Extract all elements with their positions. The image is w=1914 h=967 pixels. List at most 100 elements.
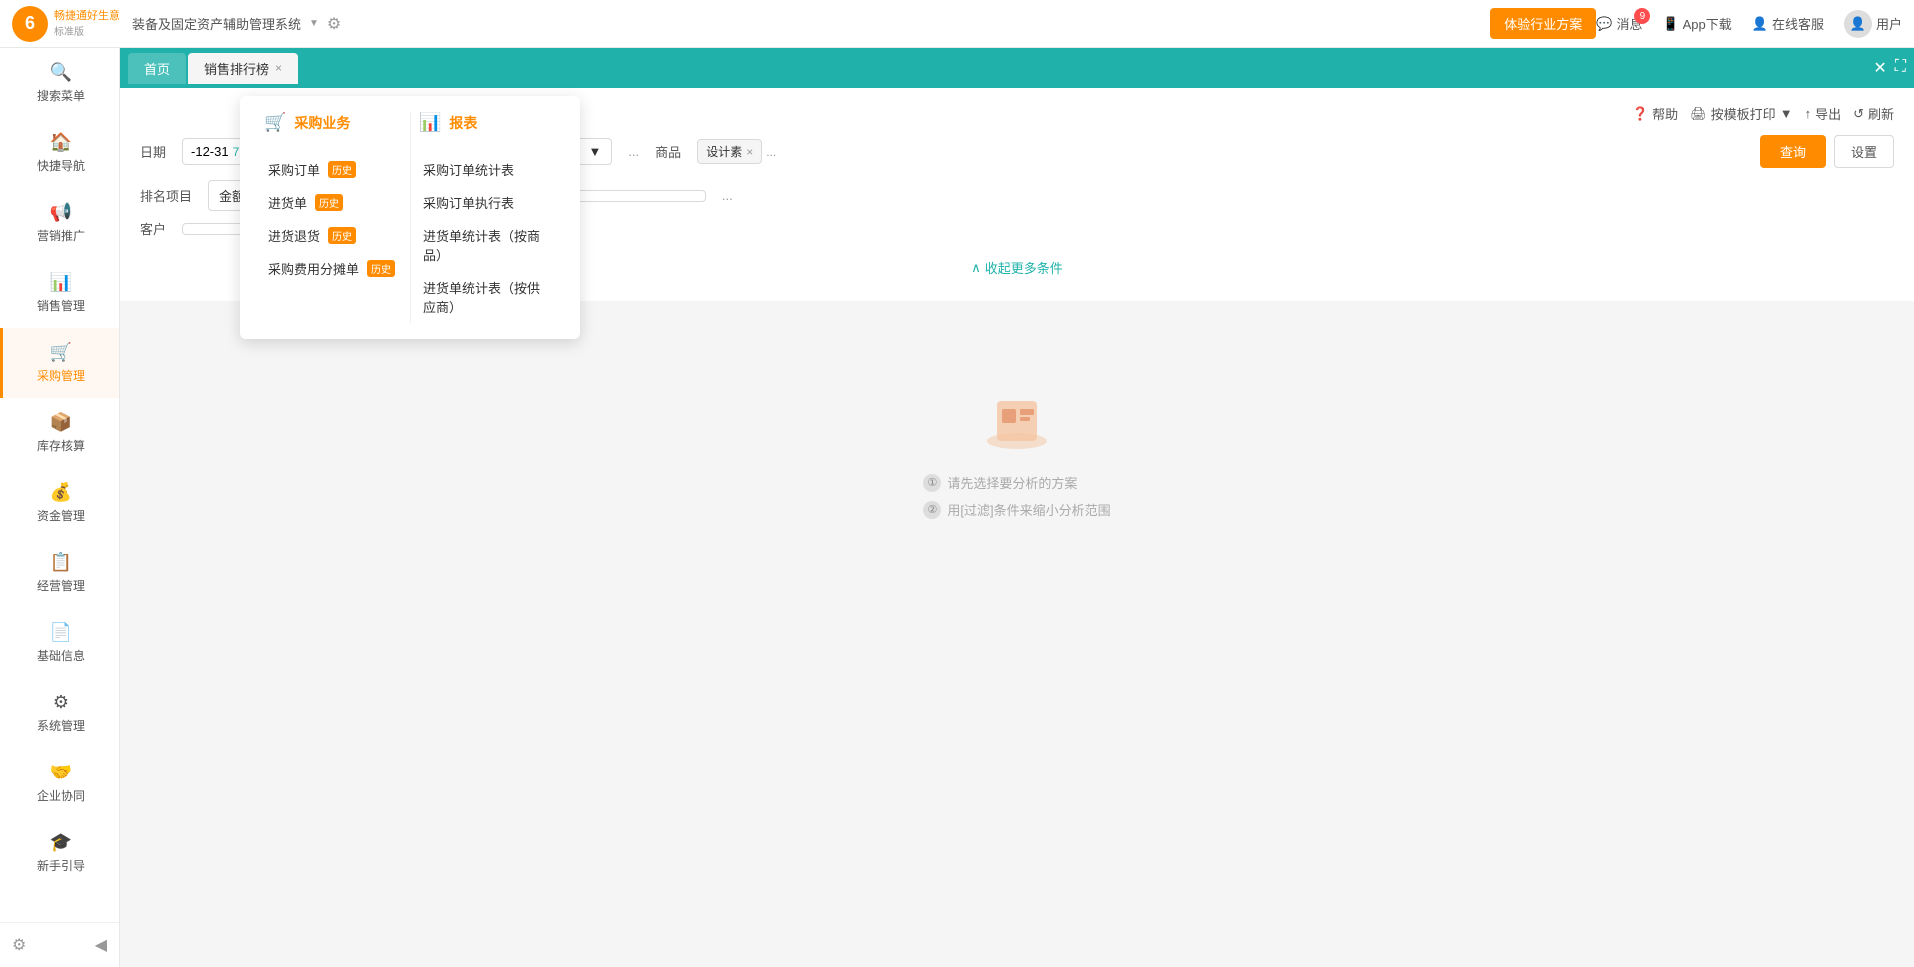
menu-item-receipt-stats-by-goods[interactable]: 进货单统计表（按商品） bbox=[419, 219, 556, 271]
sidebar-item-search[interactable]: 🔍 搜索菜单 bbox=[0, 48, 119, 118]
inventory-icon: 📦 bbox=[50, 412, 72, 433]
export-icon: ↑ bbox=[1805, 106, 1812, 121]
tab-expand-icon[interactable]: ⛶ bbox=[1895, 58, 1906, 78]
service-icon: 👤 bbox=[1752, 16, 1768, 32]
sidebar-item-label: 销售管理 bbox=[37, 297, 85, 314]
menu-item-receipt-stats-by-supplier[interactable]: 进货单统计表（按供应商） bbox=[419, 271, 556, 323]
sidebar-item-inventory[interactable]: 📦 库存核算 bbox=[0, 398, 119, 468]
menu-item-purchase-order-exec[interactable]: 采购订单执行表 bbox=[419, 186, 556, 219]
purchase-expense-badge: 历史 bbox=[367, 260, 395, 277]
sidebar-bottom: ⚙ ◀ bbox=[0, 922, 119, 967]
sidebar-item-label: 新手引导 bbox=[37, 857, 85, 874]
sidebar-item-label: 快捷导航 bbox=[37, 157, 85, 174]
empty-tip-1: ① 请先选择要分析的方案 bbox=[923, 473, 1110, 492]
print-btn[interactable]: 🖨 按模板打印 ▼ bbox=[1690, 104, 1792, 123]
sidebar-item-label: 库存核算 bbox=[37, 437, 85, 454]
brand-name: 畅捷通好生意 bbox=[54, 9, 120, 23]
operations-icon: 📋 bbox=[50, 552, 72, 573]
logo-icon: 6 bbox=[12, 6, 48, 42]
message-btn[interactable]: 💬 消息 9 bbox=[1596, 14, 1642, 33]
sidebar-item-label: 资金管理 bbox=[37, 507, 85, 524]
system-title: 装备及固定资产辅助管理系统 ▼ ⚙ bbox=[132, 14, 1490, 34]
phone-icon: 📱 bbox=[1662, 16, 1678, 32]
sidebar-item-system[interactable]: ⚙ 系统管理 bbox=[0, 678, 119, 748]
sidebar-item-quick[interactable]: 🏠 快捷导航 bbox=[0, 118, 119, 188]
tab-close-icon[interactable]: × bbox=[275, 61, 282, 75]
sidebar-item-sales[interactable]: 📊 销售管理 bbox=[0, 258, 119, 328]
settings-btn[interactable]: 设置 bbox=[1834, 135, 1894, 168]
sidebar-item-guide[interactable]: 🎓 新手引导 bbox=[0, 818, 119, 888]
goods-tag[interactable]: 设计素 × bbox=[697, 139, 762, 164]
salesperson-more[interactable]: ... bbox=[722, 188, 733, 203]
basic-icon: 📄 bbox=[50, 622, 72, 643]
filter-btn-group: 查询 设置 bbox=[1760, 135, 1894, 168]
online-service-btn[interactable]: 👤 在线客服 bbox=[1752, 14, 1824, 33]
enterprise-icon: 🤝 bbox=[50, 762, 72, 783]
sidebar-item-label: 基础信息 bbox=[37, 647, 85, 664]
tab-close-all-icon[interactable]: ✕ bbox=[1873, 58, 1886, 78]
print-dropdown-icon: ▼ bbox=[1780, 106, 1793, 121]
guide-icon: 🎓 bbox=[50, 832, 72, 853]
sidebar-item-label: 经营管理 bbox=[37, 577, 85, 594]
menu-item-purchase-expense[interactable]: 采购费用分摊单 历史 bbox=[264, 252, 402, 285]
goods-more[interactable]: ... bbox=[766, 145, 776, 159]
edition-badge: 标准版 bbox=[54, 23, 120, 38]
menu-item-purchase-order[interactable]: 采购订单 历史 bbox=[264, 153, 402, 186]
export-btn[interactable]: ↑ 导出 bbox=[1805, 104, 1842, 123]
sidebar: 🔍 搜索菜单 🏠 快捷导航 📢 营销推广 📊 销售管理 🛒 采购管理 📦 bbox=[0, 48, 120, 967]
tab-home[interactable]: 首页 bbox=[128, 53, 186, 84]
user-avatar: 👤 bbox=[1844, 10, 1872, 38]
search-icon: 🔍 bbox=[50, 62, 72, 83]
sidebar-settings-icon[interactable]: ⚙ bbox=[12, 935, 26, 955]
empty-state: ① 请先选择要分析的方案 ② 用[过滤]条件来缩小分析范围 bbox=[120, 301, 1914, 607]
sidebar-item-finance[interactable]: 💰 资金管理 bbox=[0, 468, 119, 538]
purchase-section-title: 采购业务 bbox=[294, 113, 350, 133]
sidebar-item-marketing[interactable]: 📢 营销推广 bbox=[0, 188, 119, 258]
sidebar-item-label: 系统管理 bbox=[37, 717, 85, 734]
notification-badge: 9 bbox=[1634, 8, 1650, 24]
purchase-icon: 🛒 bbox=[50, 342, 72, 363]
ranking-label: 排名项目 bbox=[140, 186, 192, 205]
marketing-icon: 📢 bbox=[50, 202, 72, 223]
report-section-title: 报表 bbox=[449, 113, 477, 133]
system-title-arrow-icon[interactable]: ▼ bbox=[309, 18, 319, 29]
purchase-dropdown-menu: 🛒 采购业务 采购订单 历史 进货单 历史 进货退货 历史 采购费用分摊单 bbox=[240, 96, 580, 339]
menu-item-purchase-return[interactable]: 进货退货 历史 bbox=[264, 219, 402, 252]
sidebar-item-operations[interactable]: 📋 经营管理 bbox=[0, 538, 119, 608]
sidebar-item-basic[interactable]: 📄 基础信息 bbox=[0, 608, 119, 678]
sidebar-collapse-icon[interactable]: ◀ bbox=[95, 935, 107, 955]
purchase-receipt-badge: 历史 bbox=[315, 194, 343, 211]
user-btn[interactable]: 👤 用户 bbox=[1844, 10, 1902, 38]
customer-label: 客户 bbox=[140, 219, 166, 238]
doc-status-dropdown-icon: ▼ bbox=[588, 144, 601, 159]
system-title-text: 装备及固定资产辅助管理系统 bbox=[132, 14, 301, 33]
sidebar-item-enterprise[interactable]: 🤝 企业协同 bbox=[0, 748, 119, 818]
sidebar-item-label: 营销推广 bbox=[37, 227, 85, 244]
content-area: 首页 销售排行榜 × ✕ ⛶ ❓ 帮助 bbox=[120, 48, 1914, 967]
settings-icon[interactable]: ⚙ bbox=[327, 14, 341, 34]
industry-btn[interactable]: 体验行业方案 bbox=[1490, 8, 1596, 39]
tab-bar: 首页 销售排行榜 × ✕ ⛶ bbox=[120, 48, 1914, 88]
goods-label: 商品 bbox=[655, 142, 681, 161]
report-section: 📊 报表 采购订单统计表 采购订单执行表 进货单统计表（按商品） 进货单统计表（… bbox=[410, 112, 564, 323]
query-btn[interactable]: 查询 bbox=[1760, 135, 1826, 168]
goods-tag-close-icon[interactable]: × bbox=[746, 145, 753, 159]
sidebar-item-label: 企业协同 bbox=[37, 787, 85, 804]
refresh-btn[interactable]: ↺ 刷新 bbox=[1853, 104, 1894, 123]
collapse-icon: ∧ bbox=[971, 260, 981, 276]
menu-item-purchase-receipt[interactable]: 进货单 历史 bbox=[264, 186, 402, 219]
tab-sales-rank[interactable]: 销售排行榜 × bbox=[188, 53, 298, 84]
report-section-icon: 📊 bbox=[419, 112, 441, 133]
sales-icon: 📊 bbox=[50, 272, 72, 293]
app-download-btn[interactable]: 📱 App下载 bbox=[1662, 14, 1731, 33]
help-icon: ❓ bbox=[1632, 106, 1648, 122]
tab-home-label: 首页 bbox=[144, 59, 170, 78]
sidebar-item-purchase[interactable]: 🛒 采购管理 bbox=[0, 328, 119, 398]
top-bar: 6 畅捷通好生意 标准版 装备及固定资产辅助管理系统 ▼ ⚙ 体验行业方案 💬 … bbox=[0, 0, 1914, 48]
doc-status-more[interactable]: ... bbox=[628, 144, 639, 159]
main-layout: 🔍 搜索菜单 🏠 快捷导航 📢 营销推广 📊 销售管理 🛒 采购管理 📦 bbox=[0, 48, 1914, 967]
purchase-order-badge: 历史 bbox=[328, 161, 356, 178]
logo-area: 6 畅捷通好生意 标准版 bbox=[12, 6, 132, 42]
help-btn[interactable]: ❓ 帮助 bbox=[1632, 104, 1678, 123]
menu-item-purchase-order-stats[interactable]: 采购订单统计表 bbox=[419, 153, 556, 186]
